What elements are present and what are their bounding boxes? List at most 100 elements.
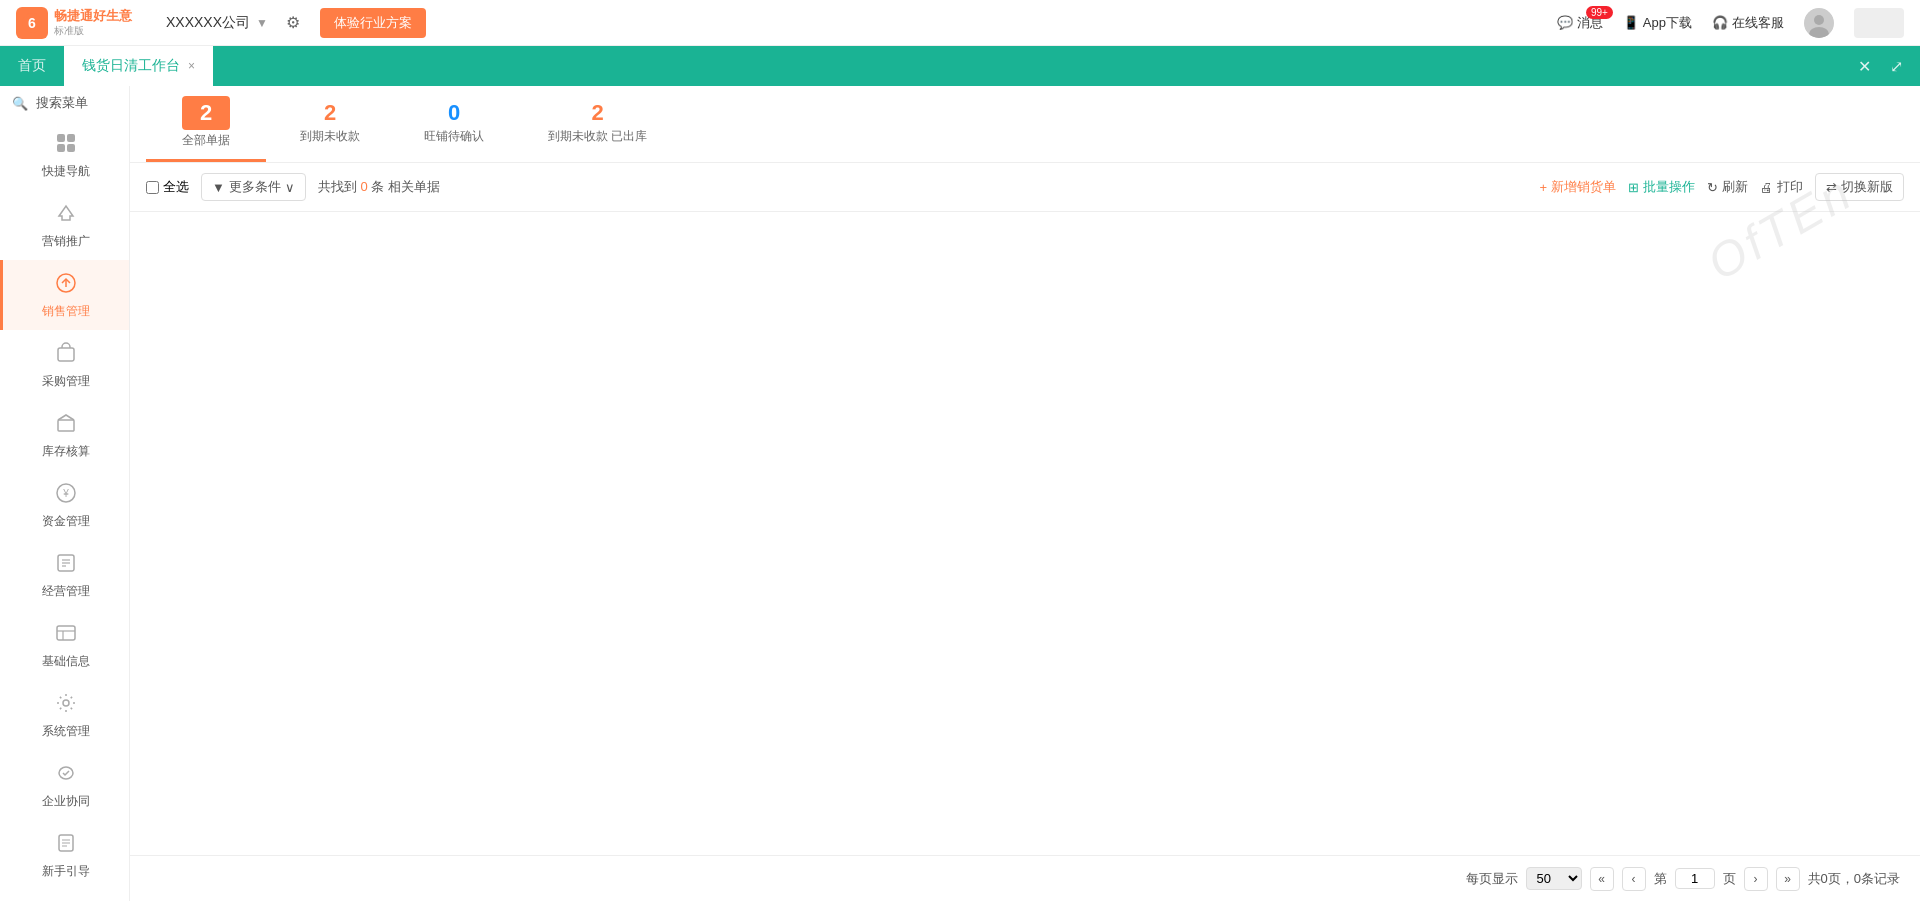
page-label: 第	[1654, 870, 1667, 888]
stat-tab-pending[interactable]: 0 旺铺待确认	[394, 86, 514, 162]
system-icon	[55, 692, 77, 719]
toolbar: 全选 ▼ 更多条件 ∨ 共找到 0 条 相关单据 + 新增销货单 ⊞	[130, 163, 1920, 212]
stat-tab-overdue-stock[interactable]: 2 到期未收款 已出库	[518, 86, 677, 162]
svg-point-3	[1814, 15, 1824, 25]
guide-icon	[55, 832, 77, 859]
tab-workbench[interactable]: 钱货日清工作台 ×	[64, 46, 213, 86]
new-btn-icon: +	[1539, 180, 1547, 195]
print-btn[interactable]: 🖨 打印	[1760, 178, 1803, 196]
sidebar-item-guide[interactable]: 新手引导	[0, 820, 129, 890]
sidebar-item-finance[interactable]: ¥ 资金管理	[0, 470, 129, 540]
tab-bar-actions: ✕ ⤢	[1850, 52, 1920, 80]
stat-tab-overdue-label: 到期未收款	[300, 128, 360, 145]
sidebar-item-system-label: 系统管理	[42, 723, 90, 740]
sidebar-item-basic-info-label: 基础信息	[42, 653, 90, 670]
logo-area: 6 畅捷通好生意 标准版	[16, 7, 146, 39]
sidebar-item-quick-nav-label: 快捷导航	[42, 163, 90, 180]
svg-text:¥: ¥	[62, 488, 69, 499]
quick-nav-icon	[55, 132, 77, 159]
new-btn-label: 新增销货单	[1551, 178, 1616, 196]
company-selector[interactable]: XXXXXX公司 ▼	[166, 14, 268, 32]
sidebar-item-basic-info[interactable]: 基础信息	[0, 610, 129, 680]
sidebar-item-marketing[interactable]: 营销推广	[0, 190, 129, 260]
count-suffix: 相关单据	[388, 179, 440, 194]
svg-rect-12	[58, 420, 74, 431]
page-size-select[interactable]: 50 20 100	[1526, 867, 1582, 890]
tab-close-btn[interactable]: ✕	[1850, 52, 1878, 80]
online-service-btn[interactable]: 🎧 在线客服	[1712, 14, 1784, 32]
sidebar-item-guide-label: 新手引导	[42, 863, 90, 880]
new-sales-order-btn[interactable]: + 新增销货单	[1539, 178, 1616, 196]
page-input[interactable]	[1675, 868, 1715, 889]
first-page-icon: «	[1598, 872, 1605, 886]
sidebar-item-quick-nav[interactable]: 快捷导航	[0, 120, 129, 190]
print-icon: 🖨	[1760, 180, 1773, 195]
settings-button[interactable]: ⚙	[278, 8, 308, 38]
svg-text:6: 6	[28, 15, 36, 31]
message-btn[interactable]: 💬 消息 99+	[1557, 14, 1603, 32]
message-icon: 💬	[1557, 15, 1573, 30]
prev-page-btn[interactable]: ‹	[1622, 867, 1646, 891]
sidebar-item-system[interactable]: 系统管理	[0, 680, 129, 750]
content-area: 2 全部单据 2 到期未收款 0 旺铺待确认 2 到期未收款 已出库 全选	[130, 86, 1920, 901]
total-text: 共0页，0条记录	[1808, 870, 1900, 888]
logo-text: 畅捷通好生意 标准版	[54, 8, 132, 38]
count-prefix: 共找到	[318, 179, 357, 194]
select-all-area[interactable]: 全选	[146, 178, 189, 196]
next-page-btn[interactable]: ›	[1744, 867, 1768, 891]
sidebar-item-purchase[interactable]: 采购管理	[0, 330, 129, 400]
sidebar-item-enterprise-label: 企业协同	[42, 793, 90, 810]
app-download-btn[interactable]: 📱 App下载	[1623, 14, 1692, 32]
sidebar-item-sales-label: 销售管理	[42, 303, 90, 320]
stat-tab-all-num: 2	[182, 96, 230, 130]
first-page-btn[interactable]: «	[1590, 867, 1614, 891]
stat-tab-overdue[interactable]: 2 到期未收款	[270, 86, 390, 162]
svg-rect-8	[67, 144, 75, 152]
sidebar-search[interactable]: 🔍 搜索菜单	[0, 86, 129, 120]
company-name: XXXXXX公司	[166, 14, 250, 32]
refresh-btn[interactable]: ↻ 刷新	[1707, 178, 1748, 196]
app-download-label: App下载	[1643, 14, 1692, 32]
last-page-btn[interactable]: »	[1776, 867, 1800, 891]
experience-btn[interactable]: 体验行业方案	[320, 8, 426, 38]
filter-icon: ▼	[212, 180, 225, 195]
print-label: 打印	[1777, 178, 1803, 196]
tab-home-label: 首页	[18, 57, 46, 75]
refresh-label: 刷新	[1722, 178, 1748, 196]
sidebar-item-sales[interactable]: 销售管理	[0, 260, 129, 330]
svg-rect-19	[57, 626, 75, 640]
stat-tab-all-label: 全部单据	[182, 132, 230, 149]
stat-tab-pending-num: 0	[448, 100, 460, 126]
page-size-label: 每页显示	[1466, 870, 1518, 888]
company-dropdown-arrow: ▼	[256, 16, 268, 30]
avatar[interactable]	[1804, 8, 1834, 38]
sidebar-item-operation[interactable]: 经营管理	[0, 540, 129, 610]
page-label-end: 页	[1723, 870, 1736, 888]
tab-expand-btn[interactable]: ⤢	[1882, 52, 1910, 80]
sidebar-item-app-center[interactable]: 应用中心	[0, 890, 129, 901]
sidebar-item-finance-label: 资金管理	[42, 513, 90, 530]
batch-icon: ⊞	[1628, 180, 1639, 195]
sidebar-item-enterprise[interactable]: 企业协同	[0, 750, 129, 820]
sidebar-item-inventory[interactable]: 库存核算	[0, 400, 129, 470]
search-icon: 🔍	[12, 96, 28, 111]
enterprise-icon	[55, 762, 77, 789]
online-service-label: 在线客服	[1732, 14, 1784, 32]
tab-home[interactable]: 首页	[0, 46, 64, 86]
svg-rect-11	[58, 348, 74, 361]
switch-version-btn[interactable]: ⇄ 切换新版	[1815, 173, 1904, 201]
pagination: 每页显示 50 20 100 « ‹ 第 页 › » 共0页，0条记录	[130, 855, 1920, 901]
sidebar-search-label: 搜索菜单	[36, 94, 88, 112]
select-all-checkbox[interactable]	[146, 181, 159, 194]
app-title: 畅捷通好生意	[54, 8, 132, 25]
switch-icon: ⇄	[1826, 180, 1837, 195]
tab-workbench-close[interactable]: ×	[188, 59, 195, 73]
filter-btn[interactable]: ▼ 更多条件 ∨	[201, 173, 306, 201]
stat-tab-all[interactable]: 2 全部单据	[146, 86, 266, 162]
message-badge: 99+	[1586, 6, 1613, 19]
sidebar-item-operation-label: 经营管理	[42, 583, 90, 600]
tab-bar: 首页 钱货日清工作台 × ✕ ⤢	[0, 46, 1920, 86]
prev-page-icon: ‹	[1632, 872, 1636, 886]
batch-operation-btn[interactable]: ⊞ 批量操作	[1628, 178, 1695, 196]
count-unit: 条	[371, 179, 384, 194]
